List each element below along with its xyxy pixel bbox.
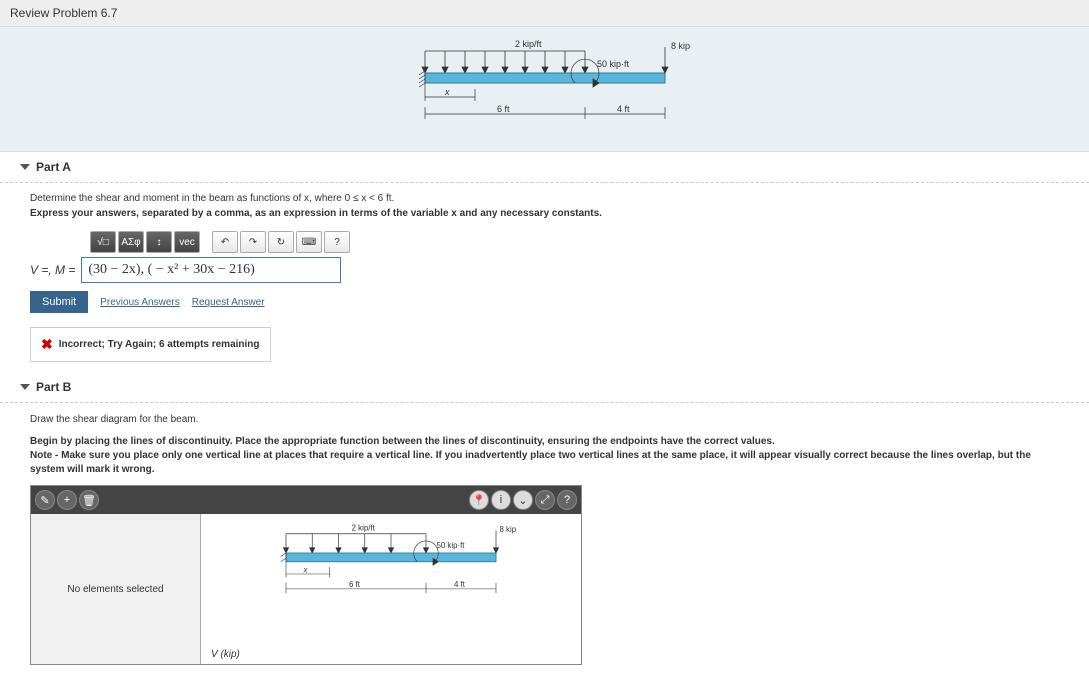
svg-text:6 ft: 6 ft — [349, 580, 361, 589]
canvas-sidebar: No elements selected — [31, 514, 201, 664]
svg-text:4 ft: 4 ft — [617, 104, 630, 114]
part-a-header[interactable]: Part A — [0, 152, 1089, 183]
svg-text:6 ft: 6 ft — [497, 104, 510, 114]
svg-text:4 ft: 4 ft — [454, 580, 466, 589]
canvas-help-button[interactable]: ? — [557, 490, 577, 510]
svg-text:50 kip·ft: 50 kip·ft — [437, 541, 466, 550]
svg-text:8 kip: 8 kip — [671, 41, 690, 51]
submit-button[interactable]: Submit — [30, 291, 88, 313]
pencil-button[interactable]: ✎ — [35, 490, 55, 510]
answer-label: V =, M = — [30, 263, 75, 277]
reset-button[interactable]: ↻ — [268, 231, 294, 253]
svg-text:50 kip·ft: 50 kip·ft — [597, 59, 630, 69]
feedback-text: Incorrect; Try Again; 6 attempts remaini… — [59, 339, 260, 350]
part-b-title: Part B — [36, 380, 71, 394]
main-figure-panel: 2 kip/ft 50 kip·ft 8 kip x — [0, 27, 1089, 152]
svg-text:x: x — [444, 87, 450, 97]
subscript-button[interactable]: ↕ — [146, 231, 172, 253]
vector-button[interactable]: vec — [174, 231, 200, 253]
part-b-prompt1: Draw the shear diagram for the beam. — [30, 413, 1059, 427]
mini-beam-figure: 2 kip/ft 50 kip·ft 8 kip — [251, 522, 531, 612]
beam-figure: 2 kip/ft 50 kip·ft 8 kip x — [385, 39, 705, 139]
part-b-header[interactable]: Part B — [0, 372, 1089, 403]
page-title: Review Problem 6.7 — [10, 6, 117, 20]
svg-text:8 kip: 8 kip — [500, 525, 517, 534]
part-a-prompt1: Determine the shear and moment in the be… — [30, 193, 1059, 204]
undo-button[interactable]: ↶ — [212, 231, 238, 253]
keyboard-button[interactable]: ⌨ — [296, 231, 322, 253]
part-a-title: Part A — [36, 160, 71, 174]
info-button[interactable]: i — [491, 490, 511, 510]
dropdown-button[interactable]: ⌄ — [513, 490, 533, 510]
part-a-body: Determine the shear and moment in the be… — [0, 183, 1089, 372]
templates-button[interactable]: √□ — [90, 231, 116, 253]
feedback-box: ✖ Incorrect; Try Again; 6 attempts remai… — [30, 327, 271, 362]
pin-button[interactable]: 📍 — [469, 490, 489, 510]
equation-toolbar: √□ ΑΣφ ↕ vec ↶ ↷ ↻ ⌨ ? — [90, 231, 350, 253]
previous-answers-link[interactable]: Previous Answers — [100, 297, 179, 308]
submit-row: Submit Previous Answers Request Answer — [30, 291, 1059, 313]
part-a-prompt2: Express your answers, separated by a com… — [30, 208, 1059, 219]
part-b-body: Draw the shear diagram for the beam. Beg… — [0, 403, 1089, 675]
canvas-main[interactable]: 2 kip/ft 50 kip·ft 8 kip — [201, 514, 581, 664]
chevron-down-icon — [20, 164, 30, 170]
answer-row: V =, M = (30 − 2x), ( − x² + 30x − 216) — [30, 257, 1059, 283]
request-answer-link[interactable]: Request Answer — [192, 297, 265, 308]
part-b-prompt2: Begin by placing the lines of discontinu… — [30, 435, 1059, 477]
canvas-toolbar: ✎ + 🗑 📍 i ⌄ ⤢ ? — [31, 486, 581, 514]
add-button[interactable]: + — [57, 490, 77, 510]
x-icon: ✖ — [41, 336, 53, 353]
help-button[interactable]: ? — [324, 231, 350, 253]
chevron-down-icon — [20, 384, 30, 390]
svg-text:x: x — [303, 565, 309, 574]
fit-button[interactable]: ⤢ — [535, 490, 555, 510]
trash-button[interactable]: 🗑 — [79, 490, 99, 510]
page-header: Review Problem 6.7 — [0, 0, 1089, 27]
no-selection-text: No elements selected — [67, 584, 163, 595]
drawing-canvas-panel: ✎ + 🗑 📍 i ⌄ ⤢ ? No elements selected — [30, 485, 582, 665]
y-axis-label: V (kip) — [211, 649, 240, 660]
answer-input[interactable]: (30 − 2x), ( − x² + 30x − 216) — [81, 257, 341, 283]
greek-button[interactable]: ΑΣφ — [118, 231, 144, 253]
redo-button[interactable]: ↷ — [240, 231, 266, 253]
svg-text:2 kip/ft: 2 kip/ft — [352, 523, 376, 532]
svg-text:2 kip/ft: 2 kip/ft — [515, 39, 542, 49]
